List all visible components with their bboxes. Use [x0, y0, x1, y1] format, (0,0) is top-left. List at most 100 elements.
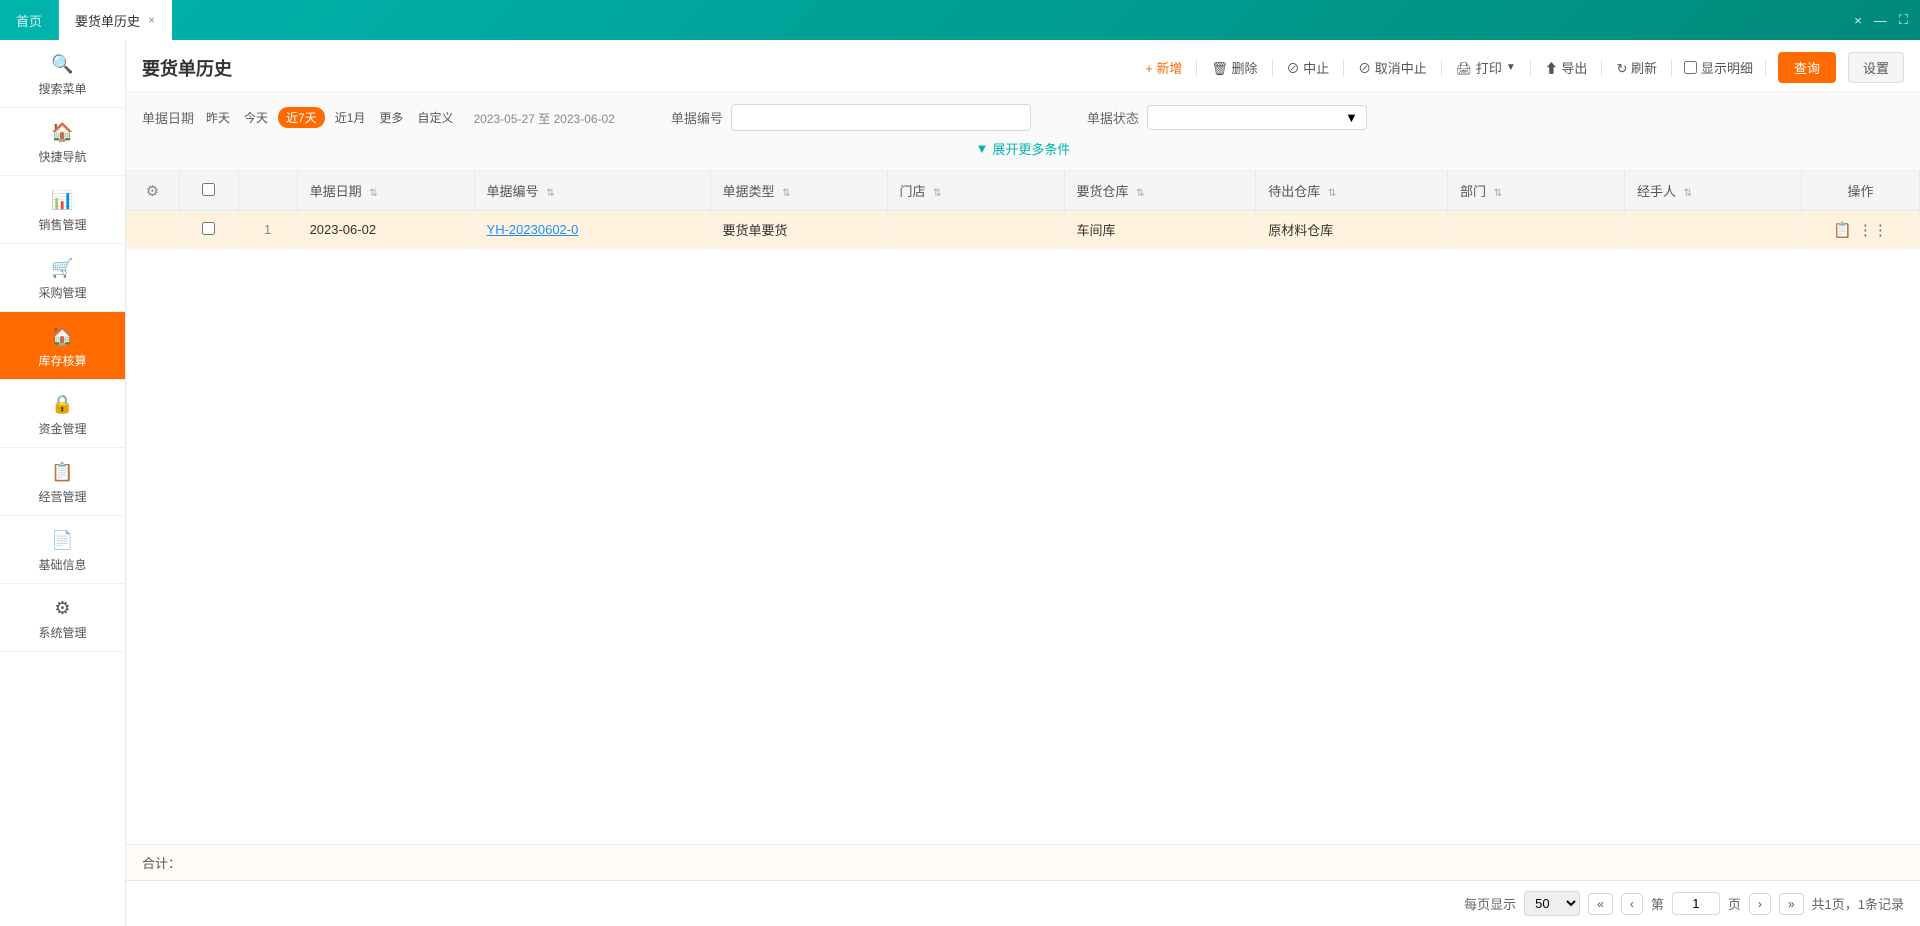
doc-status-select[interactable]: ▼ [1147, 105, 1367, 130]
date-opt-last1month[interactable]: 近1月 [331, 107, 370, 128]
refresh-button[interactable]: ↻ 刷新 [1614, 54, 1659, 81]
date-options: 昨天 今天 近7天 近1月 更多 自定义 [202, 107, 457, 128]
row-view-icon[interactable]: 📋 [1833, 221, 1852, 239]
col-gear-icon[interactable]: ⚙ [146, 183, 159, 200]
expand-label: 展开更多条件 [992, 139, 1070, 158]
table-row: 1 2023-06-02 YH-20230602-0 要货单要货 车间库 原材料… [126, 211, 1920, 249]
tab-close-icon[interactable]: × [148, 13, 155, 27]
row-doc-type-cell: 要货单要货 [710, 211, 887, 249]
new-button[interactable]: + 新增 [1143, 54, 1184, 81]
col-doc-date-sort[interactable]: ⇅ [369, 188, 377, 199]
col-doc-type: 单据类型 ⇅ [710, 171, 887, 211]
sidebar-item-inventory-label: 库存核算 [38, 352, 86, 369]
col-doc-no-label: 单据编号 [487, 184, 539, 199]
col-store: 门店 ⇅ [887, 171, 1064, 211]
col-doc-no-sort[interactable]: ⇅ [546, 188, 554, 199]
sidebar-item-system-label: 系统管理 [38, 624, 86, 641]
cancel-stop-label: ⊘ 取消中止 [1358, 58, 1427, 77]
sidebar-item-quick-nav[interactable]: 🏠 快捷导航 [0, 108, 125, 176]
date-opt-today[interactable]: 今天 [240, 107, 272, 128]
window-max-btn[interactable]: ⛶ [1899, 12, 1908, 28]
sidebar-item-inventory-calc[interactable]: 🏠 库存核算 [0, 312, 125, 380]
divider-6 [1601, 60, 1602, 76]
sidebar-item-ops-mgmt[interactable]: 📋 经营管理 [0, 448, 125, 516]
sidebar-item-system-mgmt[interactable]: ⚙ 系统管理 [0, 584, 125, 652]
tab-requisition-history[interactable]: 要货单历史 × [59, 0, 172, 40]
display-detail-checkbox[interactable]: 显示明细 [1684, 58, 1753, 77]
ops-mgmt-icon: 📋 [51, 462, 73, 483]
quick-nav-icon: 🏠 [51, 122, 73, 143]
sidebar-item-finance-mgmt[interactable]: 🔒 资金管理 [0, 380, 125, 448]
window-controls: × — ⛶ [1854, 12, 1920, 28]
row-handler-cell [1624, 211, 1801, 249]
tab-home[interactable]: 首页 [0, 0, 59, 40]
window-close-btn[interactable]: × [1854, 13, 1862, 28]
doc-status-filter-group: 单据状态 ▼ [1087, 105, 1367, 130]
query-button[interactable]: 查询 [1778, 52, 1836, 83]
pagination: 每页显示 50 10 20 100 « ‹ 第 页 › » 共1页，1条记录 [126, 880, 1920, 926]
col-store-label: 门店 [900, 184, 926, 199]
export-button[interactable]: ⬆ 导出 [1543, 54, 1590, 81]
cancel-stop-button[interactable]: ⊘ 取消中止 [1356, 54, 1429, 81]
query-label: 查询 [1794, 58, 1820, 77]
col-req-warehouse-sort[interactable]: ⇅ [1136, 188, 1144, 199]
sidebar-item-purchase-mgmt[interactable]: 🛒 采购管理 [0, 244, 125, 312]
table-area: ⚙ 单据日期 ⇅ 单据编号 ⇅ [126, 171, 1920, 844]
settings-button[interactable]: 设置 [1848, 52, 1904, 83]
col-pend-warehouse: 待出仓库 ⇅ [1256, 171, 1448, 211]
select-all-checkbox[interactable] [202, 183, 215, 196]
display-detail-label: 显示明细 [1701, 58, 1753, 77]
main-layout: 🔍 搜索菜单 🏠 快捷导航 📊 销售管理 🛒 采购管理 🏠 库存核算 🔒 资金管… [0, 40, 1920, 926]
page-last-btn[interactable]: » [1779, 893, 1804, 915]
date-opt-yesterday[interactable]: 昨天 [202, 107, 234, 128]
divider-1 [1196, 60, 1197, 76]
expand-more-btn[interactable]: ▼ 展开更多条件 [142, 139, 1904, 158]
col-handler-sort[interactable]: ⇅ [1684, 188, 1692, 199]
doc-status-label: 单据状态 [1087, 108, 1139, 127]
toolbar: + 新增 🗑 删除 ⊘ 中止 ⊘ 取消中止 🖨 打印 ▼ [1143, 52, 1904, 83]
row-checkbox[interactable] [202, 222, 215, 235]
row-ops-cell: 📋 ⋮⋮ [1801, 211, 1919, 249]
col-store-sort[interactable]: ⇅ [933, 188, 941, 199]
row-doc-no-link[interactable]: YH-20230602-0 [487, 222, 579, 237]
page-prev-btn[interactable]: ‹ [1621, 893, 1643, 915]
col-doc-type-sort[interactable]: ⇅ [782, 188, 790, 199]
page-size-label: 每页显示 [1464, 894, 1516, 913]
sidebar-item-basic-info[interactable]: 📄 基础信息 [0, 516, 125, 584]
delete-button[interactable]: 🗑 删除 [1209, 54, 1259, 81]
sales-mgmt-icon: 📊 [51, 190, 73, 211]
row-doc-date-cell: 2023-06-02 [297, 211, 474, 249]
row-pend-warehouse-cell: 原材料仓库 [1256, 211, 1448, 249]
display-detail-input[interactable] [1684, 61, 1697, 74]
row-dept-cell [1447, 211, 1624, 249]
col-dept-sort[interactable]: ⇅ [1494, 188, 1502, 199]
date-opt-more[interactable]: 更多 [375, 107, 407, 128]
sidebar-item-sales-mgmt[interactable]: 📊 销售管理 [0, 176, 125, 244]
col-handler-label: 经手人 [1637, 184, 1676, 199]
divider-8 [1765, 60, 1766, 76]
print-button[interactable]: 🖨 打印 ▼ [1454, 54, 1518, 81]
sidebar-item-quicknav-label: 快捷导航 [38, 148, 86, 165]
col-pend-warehouse-sort[interactable]: ⇅ [1328, 188, 1336, 199]
page-first-btn[interactable]: « [1588, 893, 1613, 915]
col-settings[interactable]: ⚙ [126, 171, 179, 211]
row-more-icon[interactable]: ⋮⋮ [1858, 221, 1888, 239]
table-body: 1 2023-06-02 YH-20230602-0 要货单要货 车间库 原材料… [126, 211, 1920, 249]
sidebar-item-search-menu[interactable]: 🔍 搜索菜单 [0, 40, 125, 108]
expand-icon: ▼ [976, 141, 989, 156]
date-opt-custom[interactable]: 自定义 [413, 107, 457, 128]
window-min-btn[interactable]: — [1874, 13, 1887, 28]
doc-no-filter-group: 单据编号 [671, 104, 1031, 131]
sidebar-item-basic-label: 基础信息 [38, 556, 86, 573]
divider-2 [1272, 60, 1273, 76]
page-size-select[interactable]: 50 10 20 100 [1524, 891, 1580, 916]
print-dropdown-icon: ▼ [1506, 62, 1516, 73]
divider-5 [1530, 60, 1531, 76]
page-number-input[interactable] [1672, 892, 1720, 915]
page-next-btn[interactable]: › [1749, 893, 1771, 915]
stop-button[interactable]: ⊘ 中止 [1285, 54, 1332, 81]
export-label: ⬆ 导出 [1545, 58, 1588, 77]
date-opt-last7days[interactable]: 近7天 [278, 107, 325, 128]
divider-3 [1343, 60, 1344, 76]
doc-no-input[interactable] [731, 104, 1031, 131]
